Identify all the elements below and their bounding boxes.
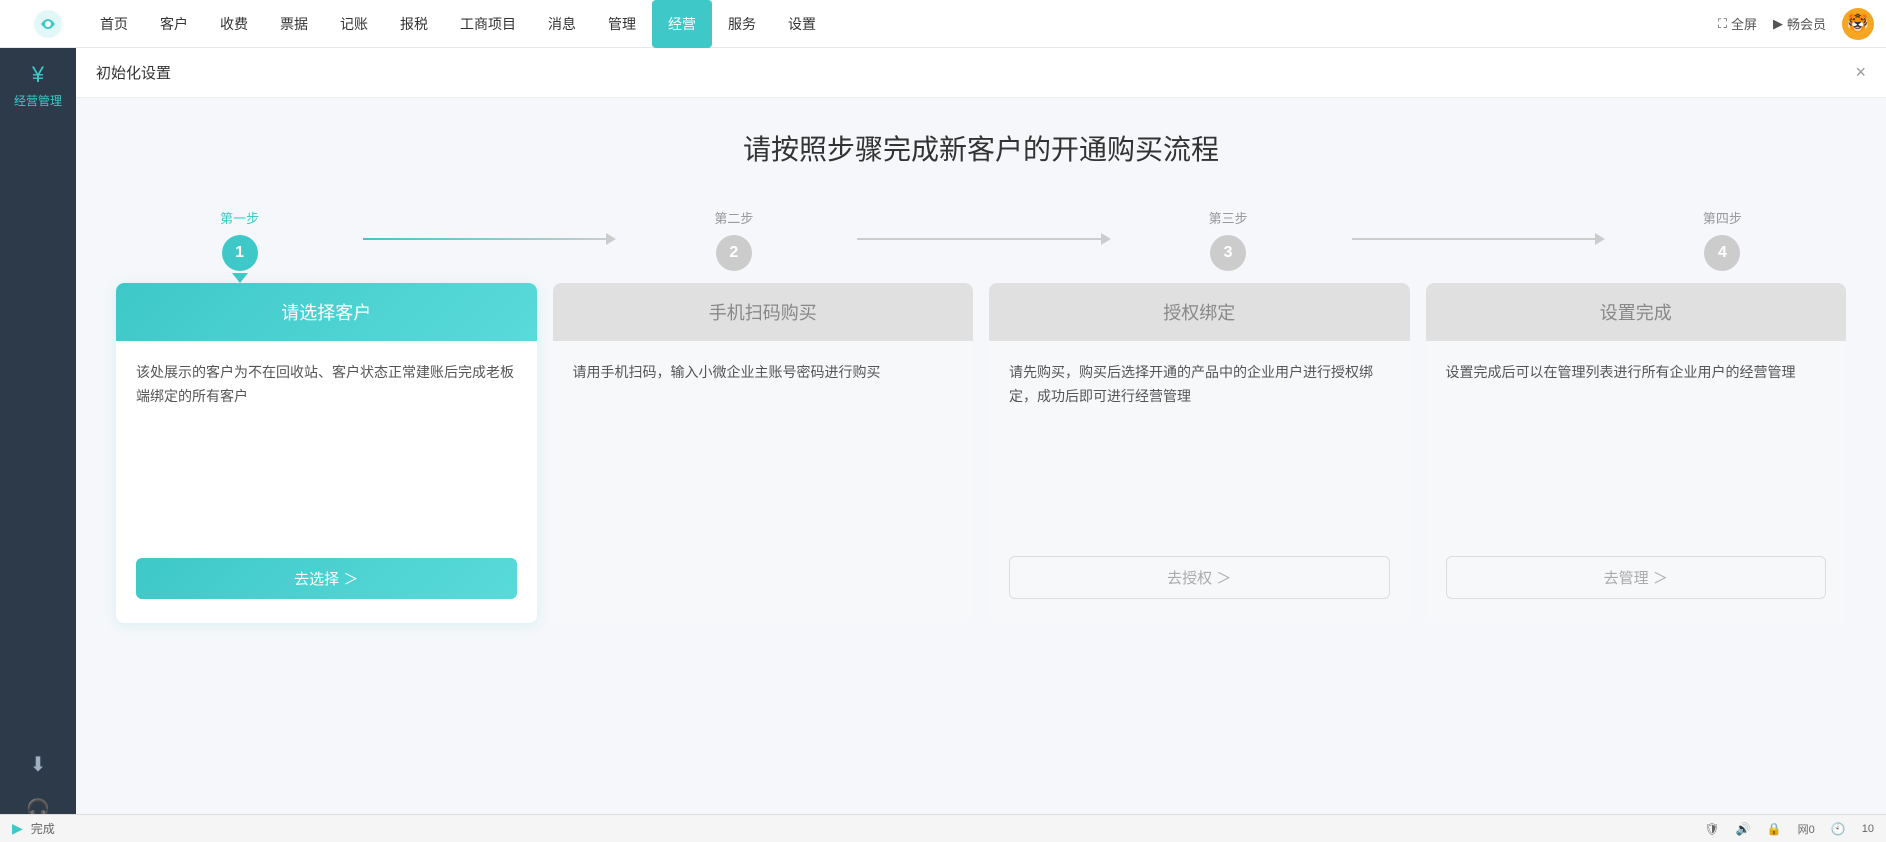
nav-settings[interactable]: 设置 bbox=[772, 0, 832, 48]
nav-menu: 首页 客户 收费 票据 记账 报税 工商项目 消息 管理 经营 服务 设置 bbox=[84, 0, 1718, 48]
nav-tax[interactable]: 报税 bbox=[384, 0, 444, 48]
step-2-card-title: 手机扫码购买 bbox=[553, 283, 974, 341]
close-button[interactable]: × bbox=[1855, 62, 1866, 83]
step-3-circle: 3 bbox=[1210, 235, 1246, 271]
nav-fee[interactable]: 收费 bbox=[204, 0, 264, 48]
network-status: 网0 bbox=[1798, 821, 1815, 837]
step-3-card-footer: 去授权 ＞ bbox=[989, 556, 1410, 623]
step-1-label: 第一步 bbox=[220, 208, 259, 227]
step-4-label: 第四步 bbox=[1703, 208, 1742, 227]
nav-customer[interactable]: 客户 bbox=[144, 0, 204, 48]
user-avatar[interactable]: 🐯 bbox=[1842, 8, 1874, 40]
page-header: 初始化设置 × bbox=[76, 48, 1886, 98]
nav-operation[interactable]: 经营 bbox=[652, 0, 712, 48]
lock-icon: 🔒 bbox=[1767, 822, 1782, 836]
play-button[interactable]: ▶ bbox=[12, 820, 23, 837]
step-4-action-button[interactable]: 去管理 ＞ bbox=[1446, 556, 1827, 599]
step-4-card-title: 设置完成 bbox=[1426, 283, 1847, 341]
line-2-3 bbox=[857, 238, 1104, 240]
line-1-2 bbox=[363, 238, 610, 240]
step-3-label: 第三步 bbox=[1209, 208, 1248, 227]
content-area: 请按照步骤完成新客户的开通购买流程 第一步 1 第二步 2 bbox=[76, 98, 1886, 653]
step-1-card-title: 请选择客户 bbox=[116, 283, 537, 341]
nav-invoice[interactable]: 票据 bbox=[264, 0, 324, 48]
member-button[interactable]: ▶ 畅会员 bbox=[1773, 14, 1826, 33]
nav-accounting[interactable]: 记账 bbox=[324, 0, 384, 48]
step-2-header: 第二步 2 bbox=[610, 208, 857, 271]
fullscreen-button[interactable]: ⛶ 全屏 bbox=[1718, 14, 1757, 33]
steps-header: 第一步 1 第二步 2 第 bbox=[116, 208, 1846, 283]
fullscreen-icon: ⛶ bbox=[1718, 16, 1727, 32]
line-3-4 bbox=[1352, 238, 1599, 240]
step-2-circle: 2 bbox=[716, 235, 752, 271]
app-logo bbox=[12, 9, 84, 39]
nav-right-area: ⛶ 全屏 ▶ 畅会员 🐯 bbox=[1718, 8, 1874, 40]
step-4-header: 第四步 4 bbox=[1599, 208, 1846, 271]
nav-message[interactable]: 消息 bbox=[532, 0, 592, 48]
arrow-2-3 bbox=[1101, 233, 1111, 245]
step-1-card-footer: 去选择 ＞ bbox=[116, 558, 537, 623]
arrow-1-2 bbox=[606, 233, 616, 245]
nav-service[interactable]: 服务 bbox=[712, 0, 772, 48]
status-bar: ▶ 完成 🛡 🔊 🔒 网0 🕙 10 bbox=[0, 814, 1886, 842]
left-sidebar: ¥ 经营管理 ⬇ 🎧 bbox=[0, 0, 76, 842]
step-1-card: 请选择客户 该处展示的客户为不在回收站、客户状态正常建账后完成老板端绑定的所有客… bbox=[116, 283, 537, 623]
status-label: 完成 bbox=[31, 820, 55, 837]
nav-manage[interactable]: 管理 bbox=[592, 0, 652, 48]
step-2-card: 手机扫码购买 请用手机扫码，输入小微企业主账号密码进行购买 bbox=[553, 283, 974, 623]
sidebar-bottom-area: ⬇ 🎧 bbox=[26, 752, 51, 822]
step-3-card-body: 请先购买，购买后选择开通的产品中的企业用户进行授权绑定，成功后即可进行经营管理 bbox=[989, 341, 1410, 556]
step-1-header: 第一步 1 bbox=[116, 208, 363, 283]
step-3-card: 授权绑定 请先购买，购买后选择开通的产品中的企业用户进行授权绑定，成功后即可进行… bbox=[989, 283, 1410, 623]
yuan-icon: ¥ bbox=[32, 62, 44, 88]
step-2-card-footer bbox=[553, 599, 974, 623]
step-2-card-body: 请用手机扫码，输入小微企业主账号密码进行购买 bbox=[553, 341, 974, 599]
connector-1-2 bbox=[363, 238, 610, 240]
download-icon[interactable]: ⬇ bbox=[30, 752, 47, 777]
connector-2-3 bbox=[857, 238, 1104, 240]
step-3-card-title: 授权绑定 bbox=[989, 283, 1410, 341]
step-1-card-body: 该处展示的客户为不在回收站、客户状态正常建账后完成老板端绑定的所有客户 bbox=[116, 341, 537, 558]
video-icon: ▶ bbox=[1773, 16, 1783, 32]
nav-business[interactable]: 工商项目 bbox=[444, 0, 532, 48]
status-left: ▶ 完成 bbox=[12, 820, 55, 837]
sound-icon: 🔊 bbox=[1736, 822, 1751, 836]
step-1-action-button[interactable]: 去选择 ＞ bbox=[136, 558, 517, 599]
page-title: 初始化设置 bbox=[96, 62, 171, 83]
shield-icon: 🛡 bbox=[1705, 822, 1720, 836]
step-1-pointer bbox=[232, 273, 248, 283]
arrow-3-4 bbox=[1595, 233, 1605, 245]
top-navigation: 首页 客户 收费 票据 记账 报税 工商项目 消息 管理 经营 服务 设置 ⛶ … bbox=[0, 0, 1886, 48]
sidebar-item-operation[interactable]: ¥ 经营管理 bbox=[0, 48, 76, 123]
cards-container: 请选择客户 该处展示的客户为不在回收站、客户状态正常建账后完成老板端绑定的所有客… bbox=[116, 283, 1846, 623]
step-4-card-footer: 去管理 ＞ bbox=[1426, 556, 1847, 623]
time-display: 10 bbox=[1862, 823, 1874, 835]
step-4-card-body: 设置完成后可以在管理列表进行所有企业用户的经营管理 bbox=[1426, 341, 1847, 556]
nav-home[interactable]: 首页 bbox=[84, 0, 144, 48]
step-3-action-button[interactable]: 去授权 ＞ bbox=[1009, 556, 1390, 599]
step-1-circle: 1 bbox=[222, 235, 258, 271]
clock-icon: 🕙 bbox=[1831, 822, 1846, 836]
step-3-header: 第三步 3 bbox=[1105, 208, 1352, 271]
step-4-card: 设置完成 设置完成后可以在管理列表进行所有企业用户的经营管理 去管理 ＞ bbox=[1426, 283, 1847, 623]
step-4-circle: 4 bbox=[1704, 235, 1740, 271]
connector-3-4 bbox=[1352, 238, 1599, 240]
main-heading: 请按照步骤完成新客户的开通购买流程 bbox=[116, 128, 1846, 168]
main-content-area: 初始化设置 × 请按照步骤完成新客户的开通购买流程 第一步 1 第二步 2 bbox=[76, 48, 1886, 814]
status-right: 🛡 🔊 🔒 网0 🕙 10 bbox=[1705, 821, 1874, 837]
step-2-label: 第二步 bbox=[714, 208, 753, 227]
